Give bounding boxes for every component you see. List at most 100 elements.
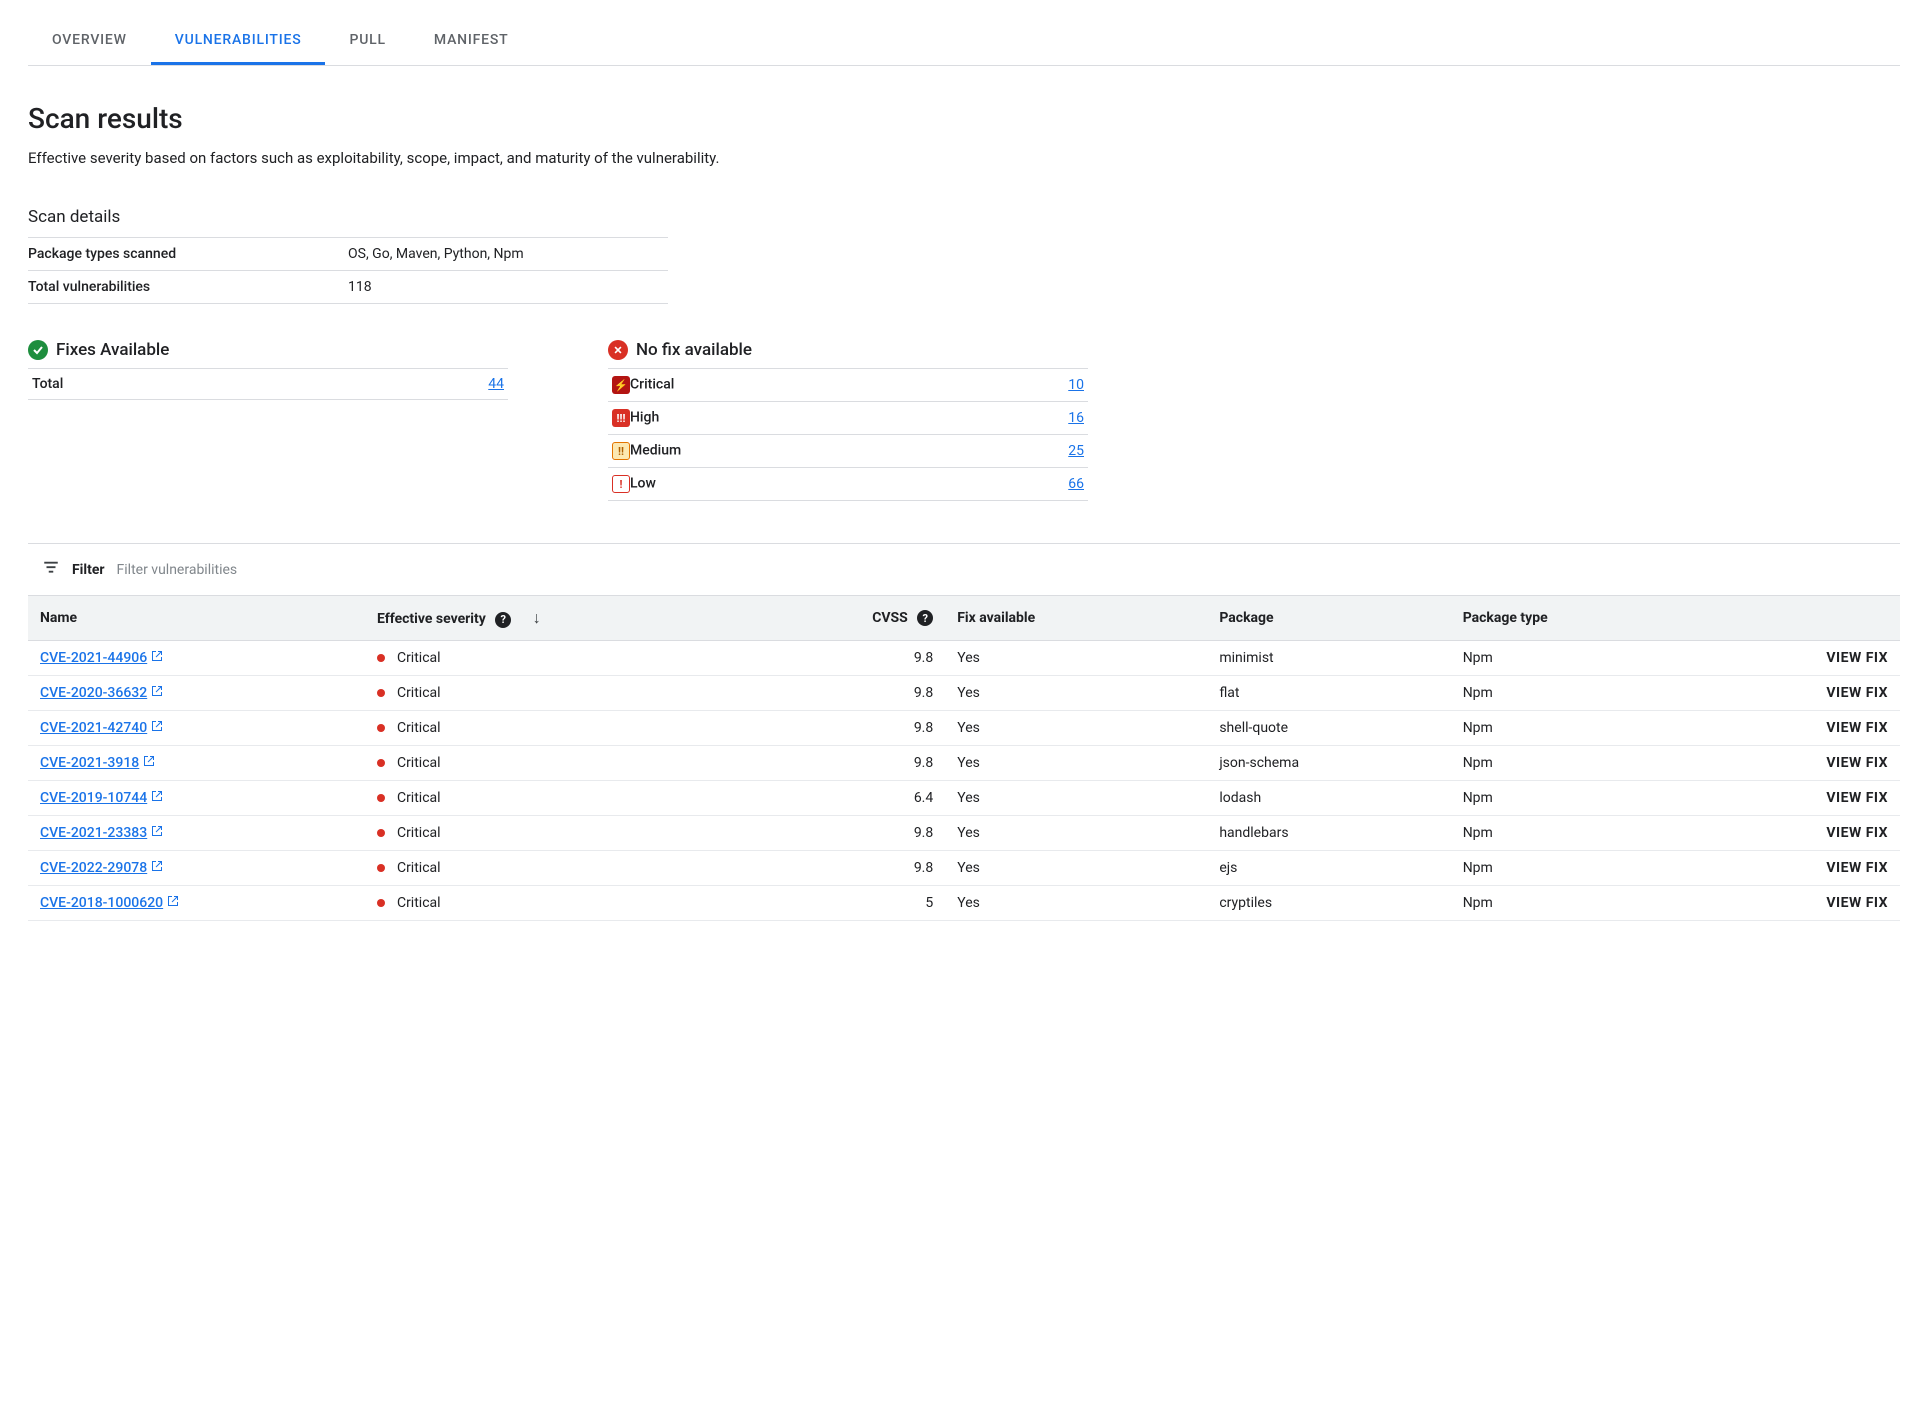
cvss-value: 9.8 [777,816,945,851]
cve-link[interactable]: CVE-2019-10744 [40,790,163,806]
table-row: CVE-2022-29078Critical9.8YesejsNpmVIEW F… [28,851,1900,886]
th-fix[interactable]: Fix available [945,596,1207,641]
package-type: Npm [1451,781,1694,816]
view-fix-button[interactable]: VIEW FIX [1826,790,1888,806]
no-fix-count-link[interactable]: 25 [1068,443,1084,459]
external-link-icon [151,826,163,840]
severity-badge-low-icon: ! [612,475,630,493]
view-fix-button[interactable]: VIEW FIX [1826,685,1888,701]
severity-dot-icon [377,724,385,732]
severity-text: Critical [397,650,441,666]
package-type: Npm [1451,676,1694,711]
table-row: CVE-2018-1000620Critical5YescryptilesNpm… [28,886,1900,921]
scan-details-heading: Scan details [28,207,1900,227]
severity-text: Critical [397,790,441,806]
tab-overview[interactable]: OVERVIEW [28,18,151,65]
view-fix-button[interactable]: VIEW FIX [1826,895,1888,911]
th-cvss[interactable]: CVSS ? [777,596,945,641]
th-package-type[interactable]: Package type [1451,596,1694,641]
cvss-value: 9.8 [777,746,945,781]
package-type: Npm [1451,746,1694,781]
package-name: ejs [1207,851,1450,886]
cve-link[interactable]: CVE-2018-1000620 [40,895,179,911]
tab-pull[interactable]: PULL [325,18,409,65]
package-name: minimist [1207,641,1450,676]
no-fix-severity-label: Medium [630,443,681,459]
tab-manifest[interactable]: MANIFEST [410,18,533,65]
view-fix-button[interactable]: VIEW FIX [1826,720,1888,736]
external-link-icon [151,651,163,665]
fix-available-value: Yes [945,816,1207,851]
sort-desc-icon[interactable]: ↓ [533,608,541,627]
package-type: Npm [1451,816,1694,851]
check-icon [28,340,48,360]
help-icon[interactable]: ? [495,612,511,628]
cve-link[interactable]: CVE-2021-3918 [40,755,155,771]
tab-vulnerabilities[interactable]: VULNERABILITIES [151,18,326,65]
filter-label: Filter [72,562,105,578]
filter-bar[interactable]: Filter Filter vulnerabilities [28,543,1900,595]
cve-link[interactable]: CVE-2020-36632 [40,685,163,701]
cve-link[interactable]: CVE-2021-42740 [40,720,163,736]
view-fix-button[interactable]: VIEW FIX [1826,755,1888,771]
fixes-available-section: Fixes Available Total 44 [28,340,508,501]
page-title: Scan results [28,102,1900,135]
severity-text: Critical [397,825,441,841]
no-fix-severity-label: Low [630,476,656,492]
view-fix-button[interactable]: VIEW FIX [1826,650,1888,666]
th-severity[interactable]: Effective severity ? ↓ [365,596,777,641]
table-row: CVE-2020-36632 Critical 9.8YesflatNpm VIEW … [28,676,1900,711]
package-name: cryptiles [1207,886,1450,921]
table-row: CVE-2019-10744Critical6.4YeslodashNpmVIE… [28,781,1900,816]
severity-text: Critical [397,860,441,876]
fix-available-value: Yes [945,781,1207,816]
no-fix-heading: No fix available [636,340,752,360]
no-fix-severity-label: High [630,410,659,426]
cve-link[interactable]: CVE-2021-44906 [40,650,163,666]
page-subtitle: Effective severity based on factors such… [28,149,1900,167]
fix-available-value: Yes [945,851,1207,886]
fixes-total-label: Total [28,369,327,400]
table-row: CVE-2021-42740Critical9.8Yesshell-quoteN… [28,711,1900,746]
filter-icon [42,558,60,581]
table-row: CVE-2021-23383Critical9.8YeshandlebarsNp… [28,816,1900,851]
no-fix-count-link[interactable]: 16 [1068,410,1084,426]
help-icon[interactable]: ? [917,610,933,626]
view-fix-button[interactable]: VIEW FIX [1826,825,1888,841]
total-vulns-value: 118 [348,271,668,304]
tabs: OVERVIEW VULNERABILITIES PULL MANIFEST [28,18,1900,66]
package-name: shell-quote [1207,711,1450,746]
package-name: flat [1207,676,1450,711]
fix-available-value: Yes [945,886,1207,921]
th-name[interactable]: Name [28,596,365,641]
no-fix-section: No fix available ⚡Critical10!!!High16!!M… [608,340,1088,501]
severity-text: Critical [397,685,441,701]
fix-available-value: Yes [945,746,1207,781]
severity-dot-icon [377,689,385,697]
fixes-total-link[interactable]: 44 [488,376,504,392]
scan-details-table: Package types scanned OS, Go, Maven, Pyt… [28,237,668,304]
cvss-value: 9.8 [777,711,945,746]
cvss-value: 9.8 [777,641,945,676]
no-fix-count-link[interactable]: 66 [1068,476,1084,492]
cvss-value: 9.8 [777,676,945,711]
cve-link[interactable]: CVE-2022-29078 [40,860,163,876]
external-link-icon [143,756,155,770]
package-type: Npm [1451,851,1694,886]
th-package[interactable]: Package [1207,596,1450,641]
fix-available-value: Yes [945,641,1207,676]
severity-text: Critical [397,755,441,771]
cvss-value: 6.4 [777,781,945,816]
severity-badge-crit-icon: ⚡ [612,376,630,394]
external-link-icon [151,861,163,875]
external-link-icon [151,686,163,700]
cve-link[interactable]: CVE-2021-23383 [40,825,163,841]
view-fix-button[interactable]: VIEW FIX [1826,860,1888,876]
no-fix-count-link[interactable]: 10 [1068,377,1084,393]
filter-placeholder: Filter vulnerabilities [117,562,238,578]
severity-badge-med-icon: !! [612,442,630,460]
table-row: CVE-2021-3918Critical9.8Yesjson-schemaNp… [28,746,1900,781]
fix-available-value: Yes [945,711,1207,746]
fix-available-value: Yes [945,676,1207,711]
severity-dot-icon [377,654,385,662]
